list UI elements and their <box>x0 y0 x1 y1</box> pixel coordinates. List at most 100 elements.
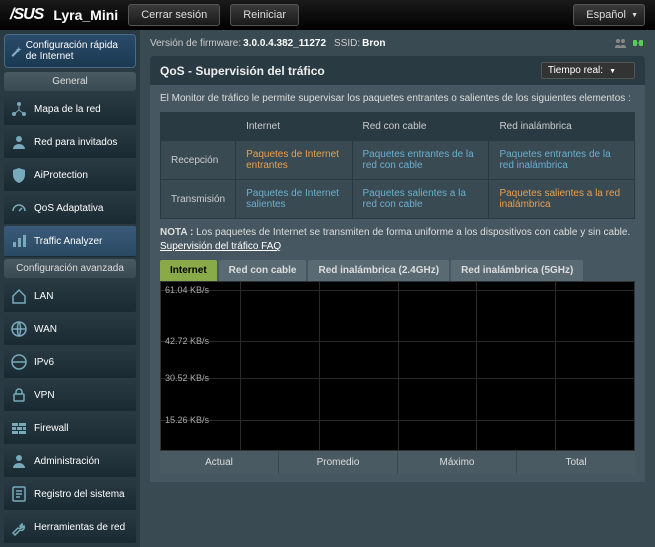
link-wireless-out[interactable]: Paquetes salientes a la red inalámbrica <box>499 188 620 210</box>
globe-icon <box>10 320 28 338</box>
quick-setup-button[interactable]: Configuración rápida de Internet <box>4 34 136 68</box>
firewall-icon <box>10 419 28 437</box>
sidebar: Configuración rápida de Internet General… <box>0 30 140 547</box>
sidebar-item-label: AiProtection <box>34 170 88 181</box>
traffic-table: Internet Red con cable Red inalámbrica R… <box>160 112 635 219</box>
ipv6-icon <box>10 353 28 371</box>
qos-panel: QoS - Supervisión del tráfico Tiempo rea… <box>150 56 645 482</box>
chart-tabs: Internet Red con cable Red inalámbrica (… <box>160 260 635 281</box>
quick-setup-label: Configuración rápida de Internet <box>26 40 130 62</box>
lock-icon <box>10 386 28 404</box>
col-internet: Internet <box>236 113 352 141</box>
faq-link[interactable]: Supervisión del tráfico FAQ <box>160 241 281 252</box>
sidebar-item-label: LAN <box>34 291 53 302</box>
ssid-value: Bron <box>362 38 385 49</box>
sidebar-item-label: Herramientas de red <box>34 522 125 533</box>
sidebar-item-lan[interactable]: LAN <box>4 281 136 312</box>
note-body: Los paquetes de Internet se transmiten d… <box>196 227 630 238</box>
sidebar-item-ipv6[interactable]: IPv6 <box>4 347 136 378</box>
sidebar-item-qos[interactable]: QoS Adaptativa <box>4 193 136 224</box>
sidebar-item-label: Firewall <box>34 423 68 434</box>
sidebar-item-label: Administración <box>34 456 100 467</box>
sidebar-item-label: VPN <box>34 390 55 401</box>
sidebar-item-label: IPv6 <box>34 357 54 368</box>
tab-wireless-24[interactable]: Red inalámbrica (2.4GHz) <box>308 260 449 281</box>
section-general: General <box>4 72 136 91</box>
sidebar-item-label: Traffic Analyzer <box>34 236 102 247</box>
link-wired-in[interactable]: Paquetes entrantes de la red con cable <box>363 149 474 171</box>
sidebar-item-nettools[interactable]: Herramientas de red <box>4 512 136 543</box>
note-text: NOTA : Los paquetes de Internet se trans… <box>160 227 635 238</box>
note-bold: NOTA : <box>160 227 193 238</box>
sidebar-item-aiprotection[interactable]: AiProtection <box>4 160 136 191</box>
realtime-select[interactable]: Tiempo real: <box>541 62 635 79</box>
table-row: Transmisión Paquetes de Internet salient… <box>161 180 635 219</box>
sidebar-item-label: Registro del sistema <box>34 489 125 500</box>
stat-average: Promedio <box>279 451 398 474</box>
panel-description: El Monitor de tráfico le permite supervi… <box>160 93 635 104</box>
header-bar: /SUS Lyra_Mini Cerrar sesión Reiniciar E… <box>0 0 655 30</box>
sidebar-item-guest-network[interactable]: Red para invitados <box>4 127 136 158</box>
firmware-info: Versión de firmware: 3.0.0.4.382_11272 S… <box>150 36 645 50</box>
sidebar-item-wan[interactable]: WAN <box>4 314 136 345</box>
tab-wired[interactable]: Red con cable <box>219 260 307 281</box>
network-icon <box>10 100 28 118</box>
link-wired-out[interactable]: Paquetes salientes a la red con cable <box>363 188 466 210</box>
wand-icon <box>10 43 22 59</box>
language-select[interactable]: Español <box>573 4 645 26</box>
chart-icon <box>10 232 28 250</box>
col-wireless: Red inalámbrica <box>489 113 635 141</box>
admin-icon <box>10 452 28 470</box>
panel-title: QoS - Supervisión del tráfico <box>160 64 325 78</box>
stats-row: Actual Promedio Máximo Total <box>160 451 635 474</box>
sidebar-item-vpn[interactable]: VPN <box>4 380 136 411</box>
chart-grid: 61.04 KB/s 42.72 KB/s 30.52 KB/s 15.26 K… <box>161 282 634 450</box>
firmware-label: Versión de firmware: <box>150 38 241 49</box>
tab-wireless-5[interactable]: Red inalámbrica (5GHz) <box>451 260 583 281</box>
tools-icon <box>10 518 28 536</box>
link-internet-out[interactable]: Paquetes de Internet salientes <box>246 188 339 210</box>
model-name: Lyra_Mini <box>53 7 118 23</box>
sidebar-item-label: WAN <box>34 324 57 335</box>
tab-internet[interactable]: Internet <box>160 260 217 281</box>
home-icon <box>10 287 28 305</box>
main-content: Versión de firmware: 3.0.0.4.382_11272 S… <box>140 30 655 547</box>
sidebar-item-label: QoS Adaptativa <box>34 203 104 214</box>
section-advanced: Configuración avanzada <box>4 259 136 278</box>
row-transmission: Transmisión <box>161 180 236 219</box>
y-tick: 30.52 KB/s <box>165 373 209 383</box>
sidebar-item-network-map[interactable]: Mapa de la red <box>4 94 136 125</box>
firmware-version: 3.0.0.4.382_11272 <box>243 38 326 49</box>
sidebar-item-admin[interactable]: Administración <box>4 446 136 477</box>
col-wired: Red con cable <box>352 113 489 141</box>
link-wireless-in[interactable]: Paquetes entrantes de la red inalámbrica <box>499 149 610 171</box>
reboot-button[interactable]: Reiniciar <box>230 4 299 26</box>
traffic-chart: 61.04 KB/s 42.72 KB/s 30.52 KB/s 15.26 K… <box>160 281 635 451</box>
sidebar-item-traffic-analyzer[interactable]: Traffic Analyzer <box>4 226 136 257</box>
stat-actual: Actual <box>160 451 279 474</box>
logout-button[interactable]: Cerrar sesión <box>128 4 220 26</box>
users-status-icon[interactable] <box>613 36 627 50</box>
y-tick: 15.26 KB/s <box>165 415 209 425</box>
y-tick: 61.04 KB/s <box>165 285 209 295</box>
table-header-row: Internet Red con cable Red inalámbrica <box>161 113 635 141</box>
stat-total: Total <box>517 451 635 474</box>
y-tick: 42.72 KB/s <box>165 336 209 346</box>
gauge-icon <box>10 199 28 217</box>
table-row: Recepción Paquetes de Internet entrantes… <box>161 141 635 180</box>
stat-max: Máximo <box>398 451 517 474</box>
col-blank <box>161 113 236 141</box>
sidebar-item-syslog[interactable]: Registro del sistema <box>4 479 136 510</box>
log-icon <box>10 485 28 503</box>
sidebar-item-label: Red para invitados <box>34 137 117 148</box>
link-status-icon[interactable] <box>631 36 645 50</box>
row-reception: Recepción <box>161 141 236 180</box>
brand-logo: /SUS <box>10 6 43 24</box>
sidebar-item-firewall[interactable]: Firewall <box>4 413 136 444</box>
sidebar-item-label: Mapa de la red <box>34 104 101 115</box>
ssid-label: SSID: <box>334 38 360 49</box>
guest-icon <box>10 133 28 151</box>
link-internet-in[interactable]: Paquetes de Internet entrantes <box>246 149 339 171</box>
panel-header: QoS - Supervisión del tráfico Tiempo rea… <box>150 56 645 85</box>
shield-icon <box>10 166 28 184</box>
